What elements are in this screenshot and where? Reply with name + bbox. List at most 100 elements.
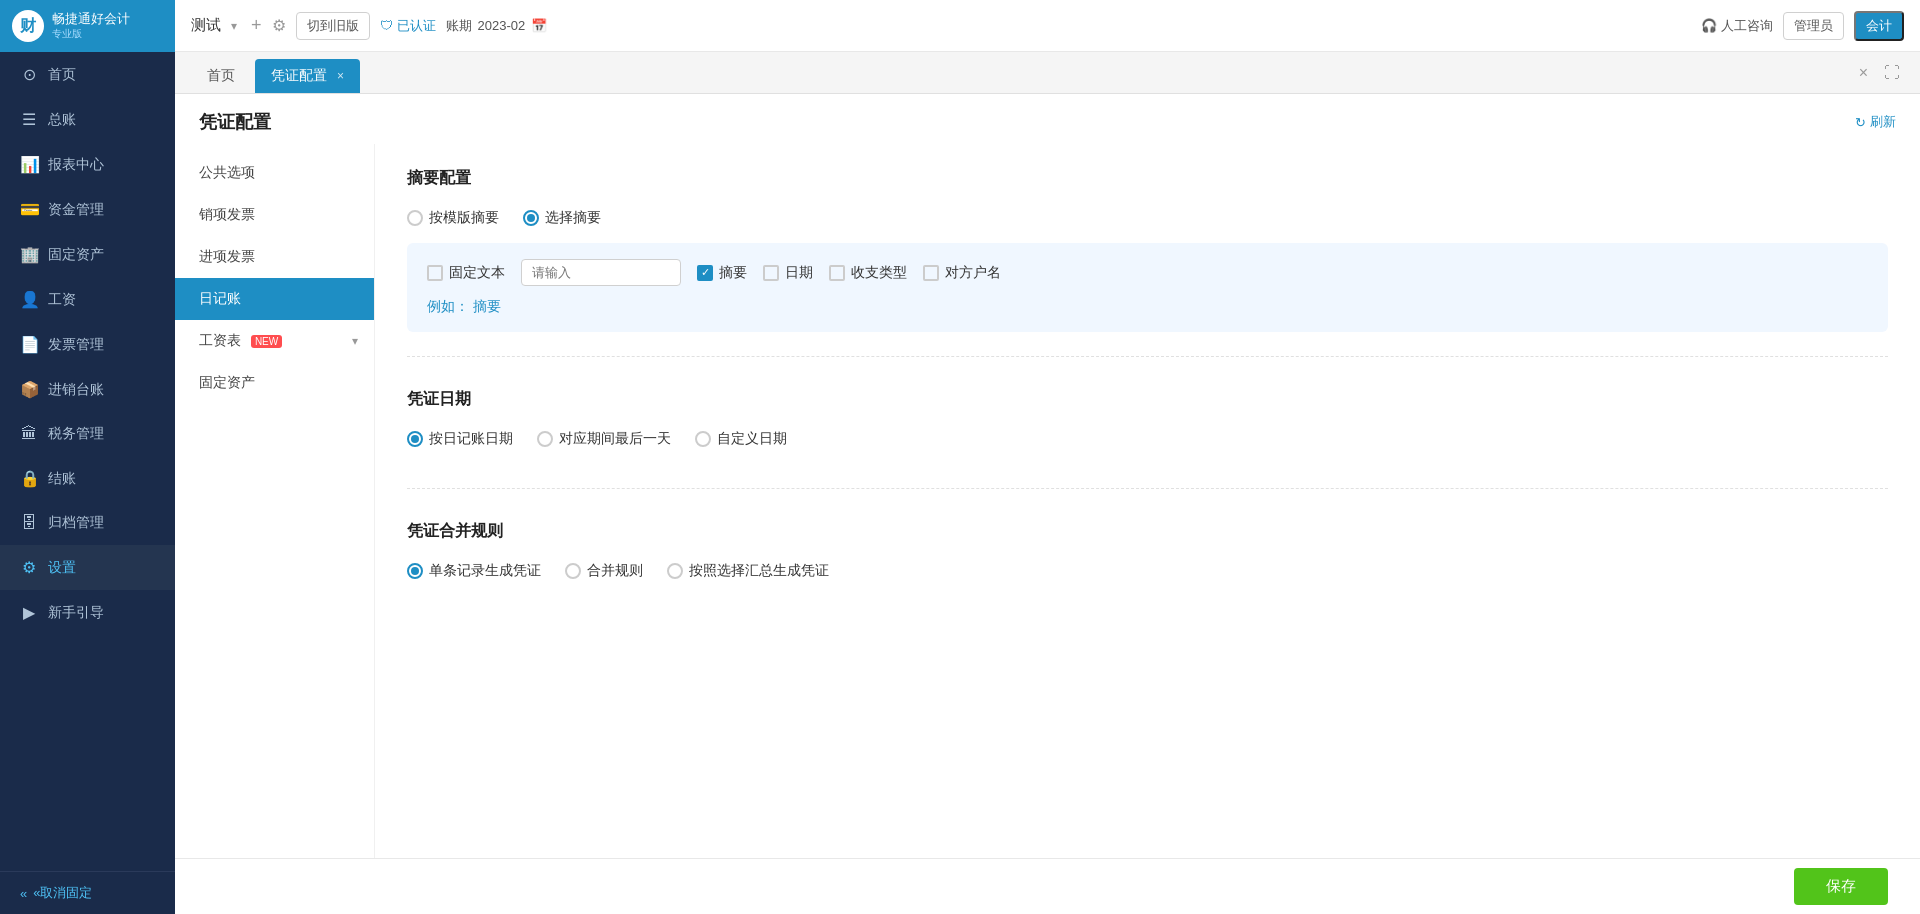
close-account-icon: 🔒 xyxy=(20,469,38,488)
period-display: 账期 2023-02 📅 xyxy=(446,17,548,35)
ledger-icon: ☰ xyxy=(20,110,38,129)
summary-label: 摘要 xyxy=(719,264,747,282)
nav-item-fixed-assets[interactable]: 固定资产 xyxy=(175,362,374,404)
topbar-settings-icon[interactable]: ⚙ xyxy=(272,16,286,35)
consult-icon: 🎧 xyxy=(1701,18,1717,33)
custom-date-option[interactable]: 自定义日期 xyxy=(695,430,787,448)
sidebar-item-tax[interactable]: 🏛 税务管理 xyxy=(0,412,175,456)
sidebar-logo: 财 畅捷通好会计 专业版 xyxy=(0,0,175,52)
sidebar-item-close[interactable]: 🔒 结账 xyxy=(0,456,175,501)
select-summary-label: 选择摘要 xyxy=(545,209,601,227)
logo-main-text: 畅捷通好会计 xyxy=(52,11,130,28)
sidebar-label-home: 首页 xyxy=(48,66,76,84)
sidebar-item-wages[interactable]: 👤 工资 xyxy=(0,277,175,322)
example-text: 摘要 xyxy=(473,298,501,314)
counterparty-option[interactable]: 对方户名 xyxy=(923,264,1001,282)
by-selection-radio[interactable] xyxy=(667,563,683,579)
certified-text: 已认证 xyxy=(397,17,436,35)
last-day-radio[interactable] xyxy=(537,431,553,447)
merge-rules-label: 合并规则 xyxy=(587,562,643,580)
fixed-text-option[interactable]: 固定文本 xyxy=(427,264,505,282)
sidebar-label-close: 结账 xyxy=(48,470,76,488)
payment-type-option[interactable]: 收支类型 xyxy=(829,264,907,282)
summary-option[interactable]: 摘要 xyxy=(697,264,747,282)
summary-example: 例如： 摘要 xyxy=(427,298,1868,316)
tab-home[interactable]: 首页 xyxy=(191,59,251,93)
tab-voucher-config[interactable]: 凭证配置 × xyxy=(255,59,360,93)
select-summary-radio[interactable] xyxy=(523,210,539,226)
add-company-icon[interactable]: + xyxy=(251,15,262,36)
nav-item-purchase-invoice[interactable]: 进项发票 xyxy=(175,236,374,278)
old-version-button[interactable]: 切到旧版 xyxy=(296,12,370,40)
close-window-button[interactable]: × xyxy=(1855,60,1872,86)
by-selection-option[interactable]: 按照选择汇总生成凭证 xyxy=(667,562,829,580)
nav-label-fixed-assets: 固定资产 xyxy=(199,374,255,390)
save-button[interactable]: 保存 xyxy=(1794,868,1888,905)
last-day-option[interactable]: 对应期间最后一天 xyxy=(537,430,671,448)
merge-rules-option[interactable]: 合并规则 xyxy=(565,562,643,580)
trade-icon: 📦 xyxy=(20,380,38,399)
template-summary-option[interactable]: 按模版摘要 xyxy=(407,209,499,227)
payment-type-label: 收支类型 xyxy=(851,264,907,282)
sidebar-item-invoice[interactable]: 📄 发票管理 xyxy=(0,322,175,367)
nav-label-diary: 日记账 xyxy=(199,290,241,306)
template-summary-radio[interactable] xyxy=(407,210,423,226)
tab-close-icon[interactable]: × xyxy=(337,69,344,83)
single-record-radio[interactable] xyxy=(407,563,423,579)
fixed-text-checkbox[interactable] xyxy=(427,265,443,281)
sidebar-item-guide[interactable]: ▶ 新手引导 xyxy=(0,590,175,635)
nav-item-payroll[interactable]: 工资表 NEW ▾ xyxy=(175,320,374,362)
tab-home-label: 首页 xyxy=(207,67,235,83)
single-record-option[interactable]: 单条记录生成凭证 xyxy=(407,562,541,580)
manager-button[interactable]: 管理员 xyxy=(1783,12,1844,40)
cancel-fixed-button[interactable]: « «取消固定 xyxy=(0,871,175,914)
voucher-date-section: 凭证日期 按日记账日期 对应期间最后一天 自定义日期 xyxy=(407,389,1888,489)
counterparty-checkbox[interactable] xyxy=(923,265,939,281)
sidebar: 财 畅捷通好会计 专业版 ⊙ 首页 ☰ 总账 📊 报表中心 💳 资金管理 🏢 固… xyxy=(0,0,175,914)
wages-icon: 👤 xyxy=(20,290,38,309)
sidebar-item-ledger[interactable]: ☰ 总账 xyxy=(0,97,175,142)
content-layout: 公共选项 销项发票 进项发票 日记账 工资表 NEW ▾ 固定资产 xyxy=(175,144,1920,858)
merge-rules-radio[interactable] xyxy=(565,563,581,579)
sidebar-item-home[interactable]: ⊙ 首页 xyxy=(0,52,175,97)
period-label: 账期 xyxy=(446,17,472,35)
by-diary-date-label: 按日记账日期 xyxy=(429,430,513,448)
tabbar: 首页 凭证配置 × × ⛶ xyxy=(175,52,1920,94)
company-chevron-icon[interactable]: ▾ xyxy=(231,19,237,33)
fullscreen-button[interactable]: ⛶ xyxy=(1880,60,1904,86)
nav-label-purchase-invoice: 进项发票 xyxy=(199,248,255,264)
by-diary-date-option[interactable]: 按日记账日期 xyxy=(407,430,513,448)
refresh-icon: ↻ xyxy=(1855,115,1866,130)
sidebar-item-capital[interactable]: 💳 资金管理 xyxy=(0,187,175,232)
sidebar-item-assets[interactable]: 🏢 固定资产 xyxy=(0,232,175,277)
consult-button[interactable]: 🎧 人工咨询 xyxy=(1701,17,1773,35)
date-checkbox[interactable] xyxy=(763,265,779,281)
sidebar-item-report[interactable]: 📊 报表中心 xyxy=(0,142,175,187)
select-summary-option[interactable]: 选择摘要 xyxy=(523,209,601,227)
calendar-icon[interactable]: 📅 xyxy=(531,18,547,33)
payment-type-checkbox[interactable] xyxy=(829,265,845,281)
main-area: 测试 ▾ + ⚙ 切到旧版 🛡 已认证 账期 2023-02 📅 🎧 人工咨询 … xyxy=(175,0,1920,914)
custom-date-radio[interactable] xyxy=(695,431,711,447)
sidebar-label-guide: 新手引导 xyxy=(48,604,104,622)
summary-checkbox[interactable] xyxy=(697,265,713,281)
summary-config-section: 摘要配置 按模版摘要 选择摘要 xyxy=(407,168,1888,357)
sidebar-item-settings[interactable]: ⚙ 设置 xyxy=(0,545,175,590)
sidebar-item-archive[interactable]: 🗄 归档管理 xyxy=(0,501,175,545)
date-option[interactable]: 日期 xyxy=(763,264,813,282)
refresh-button[interactable]: ↻ 刷新 xyxy=(1855,113,1896,131)
accountant-button[interactable]: 会计 xyxy=(1854,11,1904,41)
page-title: 凭证配置 xyxy=(199,110,271,134)
counterparty-label: 对方户名 xyxy=(945,264,1001,282)
topbar: 测试 ▾ + ⚙ 切到旧版 🛡 已认证 账期 2023-02 📅 🎧 人工咨询 … xyxy=(175,0,1920,52)
by-diary-date-radio[interactable] xyxy=(407,431,423,447)
tab-voucher-config-label: 凭证配置 xyxy=(271,67,327,83)
cancel-fixed-icon: « xyxy=(20,886,27,901)
nav-label-public: 公共选项 xyxy=(199,164,255,180)
fixed-text-input[interactable] xyxy=(521,259,681,286)
nav-item-sales-invoice[interactable]: 销项发票 xyxy=(175,194,374,236)
nav-item-public[interactable]: 公共选项 xyxy=(175,152,374,194)
sidebar-item-trade[interactable]: 📦 进销台账 xyxy=(0,367,175,412)
summary-config-box: 固定文本 摘要 日期 xyxy=(407,243,1888,332)
nav-item-diary[interactable]: 日记账 xyxy=(175,278,374,320)
